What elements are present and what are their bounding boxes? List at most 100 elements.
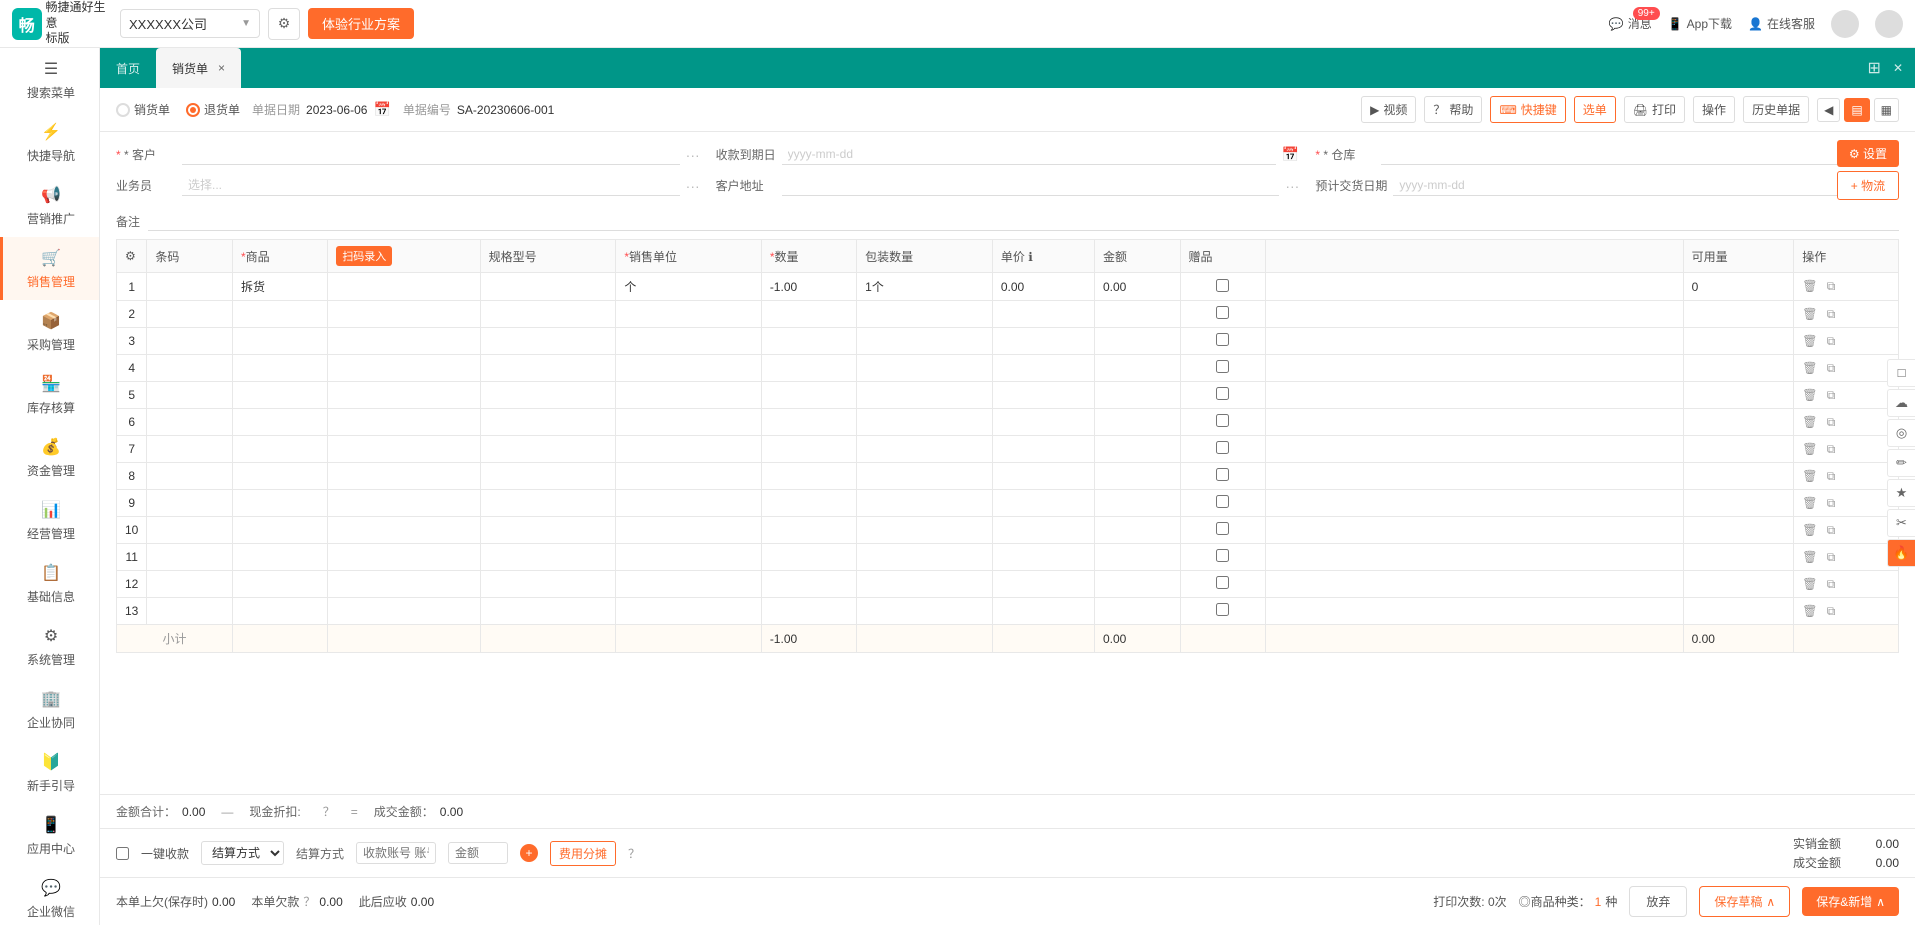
delete-icon[interactable]: 🗑 <box>1802 442 1817 456</box>
payment-method-select[interactable]: 结算方式 <box>201 841 284 865</box>
row-amount[interactable] <box>1094 463 1180 490</box>
row-amount[interactable] <box>1094 544 1180 571</box>
row-remark[interactable] <box>1266 301 1683 328</box>
sidebar-item-marketing[interactable]: 📢 营销推广 <box>0 174 99 237</box>
messages-button[interactable]: 💬 消息 99+ <box>1609 15 1652 32</box>
help-button[interactable]: ？ 帮助 <box>1424 96 1482 123</box>
row-pack-qty[interactable] <box>857 598 993 625</box>
save-new-button[interactable]: 保存&新增 ∧ <box>1802 887 1899 916</box>
delete-icon[interactable]: 🗑 <box>1802 279 1817 293</box>
row-amount[interactable] <box>1094 490 1180 517</box>
logistics-button[interactable]: + 物流 <box>1837 171 1899 200</box>
shortcut-button[interactable]: ⌨ 快捷键 <box>1490 96 1565 123</box>
warehouse-input[interactable] <box>1381 144 1837 165</box>
row-spec[interactable] <box>480 328 616 355</box>
row-spec[interactable] <box>480 382 616 409</box>
summary-question-icon[interactable]: ？ <box>323 803 335 820</box>
row-unit-price[interactable] <box>992 382 1094 409</box>
copy-icon[interactable]: ⧉ <box>1827 334 1836 348</box>
row-barcode[interactable] <box>147 436 233 463</box>
row-pack-qty[interactable] <box>857 463 993 490</box>
row-remark[interactable] <box>1266 598 1683 625</box>
row-pack-qty[interactable] <box>857 382 993 409</box>
delete-icon[interactable]: 🗑 <box>1802 496 1817 510</box>
row-amount[interactable] <box>1094 598 1180 625</box>
copy-icon[interactable]: ⧉ <box>1827 415 1836 429</box>
sidebar-item-system[interactable]: ⚙ 系统管理 <box>0 615 99 678</box>
row-unit[interactable]: 个 <box>616 273 761 301</box>
row-quantity[interactable] <box>761 517 856 544</box>
row-gift[interactable] <box>1180 273 1266 301</box>
copy-icon[interactable]: ⧉ <box>1827 523 1836 537</box>
amount-input[interactable] <box>448 842 508 864</box>
account-input[interactable] <box>356 842 436 864</box>
row-remark[interactable] <box>1266 517 1683 544</box>
row-spec[interactable] <box>480 544 616 571</box>
row-remark[interactable] <box>1266 355 1683 382</box>
row-unit-price[interactable] <box>992 544 1094 571</box>
row-product[interactable] <box>232 517 327 544</box>
row-product[interactable] <box>232 463 327 490</box>
copy-icon[interactable]: ⧉ <box>1827 388 1836 402</box>
row-product[interactable] <box>232 301 327 328</box>
copy-icon[interactable]: ⧉ <box>1827 307 1836 321</box>
row-pack-qty[interactable] <box>857 571 993 598</box>
copy-icon[interactable]: ⧉ <box>1827 577 1836 591</box>
row-barcode[interactable] <box>147 571 233 598</box>
trial-button[interactable]: 体验行业方案 <box>308 8 414 39</box>
company-selector[interactable]: XXXXXX公司 ▼ <box>120 9 260 38</box>
row-quantity[interactable]: -1.00 <box>761 273 856 301</box>
customer-input[interactable] <box>182 144 680 165</box>
row-barcode[interactable] <box>147 328 233 355</box>
copy-icon[interactable]: ⧉ <box>1827 279 1836 293</box>
row-remark[interactable] <box>1266 328 1683 355</box>
tab-home[interactable]: 首页 <box>100 48 156 88</box>
tab-close-icon[interactable]: × <box>218 61 225 75</box>
sidebar-item-sales[interactable]: 🛒 销售管理 <box>0 237 99 300</box>
delete-icon[interactable]: 🗑 <box>1802 334 1817 348</box>
date-calendar-icon[interactable]: 📅 <box>373 101 390 118</box>
row-spec[interactable] <box>480 273 616 301</box>
row-quantity[interactable] <box>761 463 856 490</box>
row-spec[interactable] <box>480 301 616 328</box>
row-product[interactable] <box>232 409 327 436</box>
row-amount[interactable] <box>1094 382 1180 409</box>
row-unit-price[interactable]: 0.00 <box>992 273 1094 301</box>
float-scissors-button[interactable]: ✂ <box>1887 509 1915 537</box>
row-barcode[interactable] <box>147 490 233 517</box>
sidebar-item-appstore[interactable]: 📱 应用中心 <box>0 804 99 867</box>
row-unit-price[interactable] <box>992 409 1094 436</box>
row-product[interactable] <box>232 490 327 517</box>
row-unit-price[interactable] <box>992 490 1094 517</box>
row-unit[interactable] <box>616 463 761 490</box>
float-star-button[interactable]: ★ <box>1887 479 1915 507</box>
row-spec[interactable] <box>480 598 616 625</box>
row-quantity[interactable] <box>761 544 856 571</box>
notes-input[interactable] <box>148 212 1899 231</box>
expand-icon[interactable]: ⊞ <box>1868 58 1893 78</box>
shortage-question-icon[interactable]: ？ <box>303 893 315 910</box>
sidebar-item-inventory[interactable]: 🏪 库存核算 <box>0 363 99 426</box>
sidebar-item-finance[interactable]: 💰 资金管理 <box>0 426 99 489</box>
row-gift[interactable] <box>1180 328 1266 355</box>
row-unit-price[interactable] <box>992 598 1094 625</box>
row-quantity[interactable] <box>761 355 856 382</box>
setup-button[interactable]: ⚙ 设置 <box>1837 140 1899 167</box>
row-pack-qty[interactable] <box>857 490 993 517</box>
row-barcode[interactable] <box>147 355 233 382</box>
row-spec[interactable] <box>480 490 616 517</box>
row-gift[interactable] <box>1180 436 1266 463</box>
row-remark[interactable] <box>1266 409 1683 436</box>
avatar[interactable] <box>1831 10 1859 38</box>
row-unit-price[interactable] <box>992 571 1094 598</box>
row-pack-qty[interactable] <box>857 436 993 463</box>
row-amount[interactable] <box>1094 409 1180 436</box>
row-gift[interactable] <box>1180 301 1266 328</box>
copy-icon[interactable]: ⧉ <box>1827 496 1836 510</box>
row-remark[interactable] <box>1266 436 1683 463</box>
row-quantity[interactable] <box>761 436 856 463</box>
row-barcode[interactable] <box>147 382 233 409</box>
delete-icon[interactable]: 🗑 <box>1802 577 1817 591</box>
row-pack-qty[interactable] <box>857 355 993 382</box>
sidebar-item-operations[interactable]: 📊 经营管理 <box>0 489 99 552</box>
